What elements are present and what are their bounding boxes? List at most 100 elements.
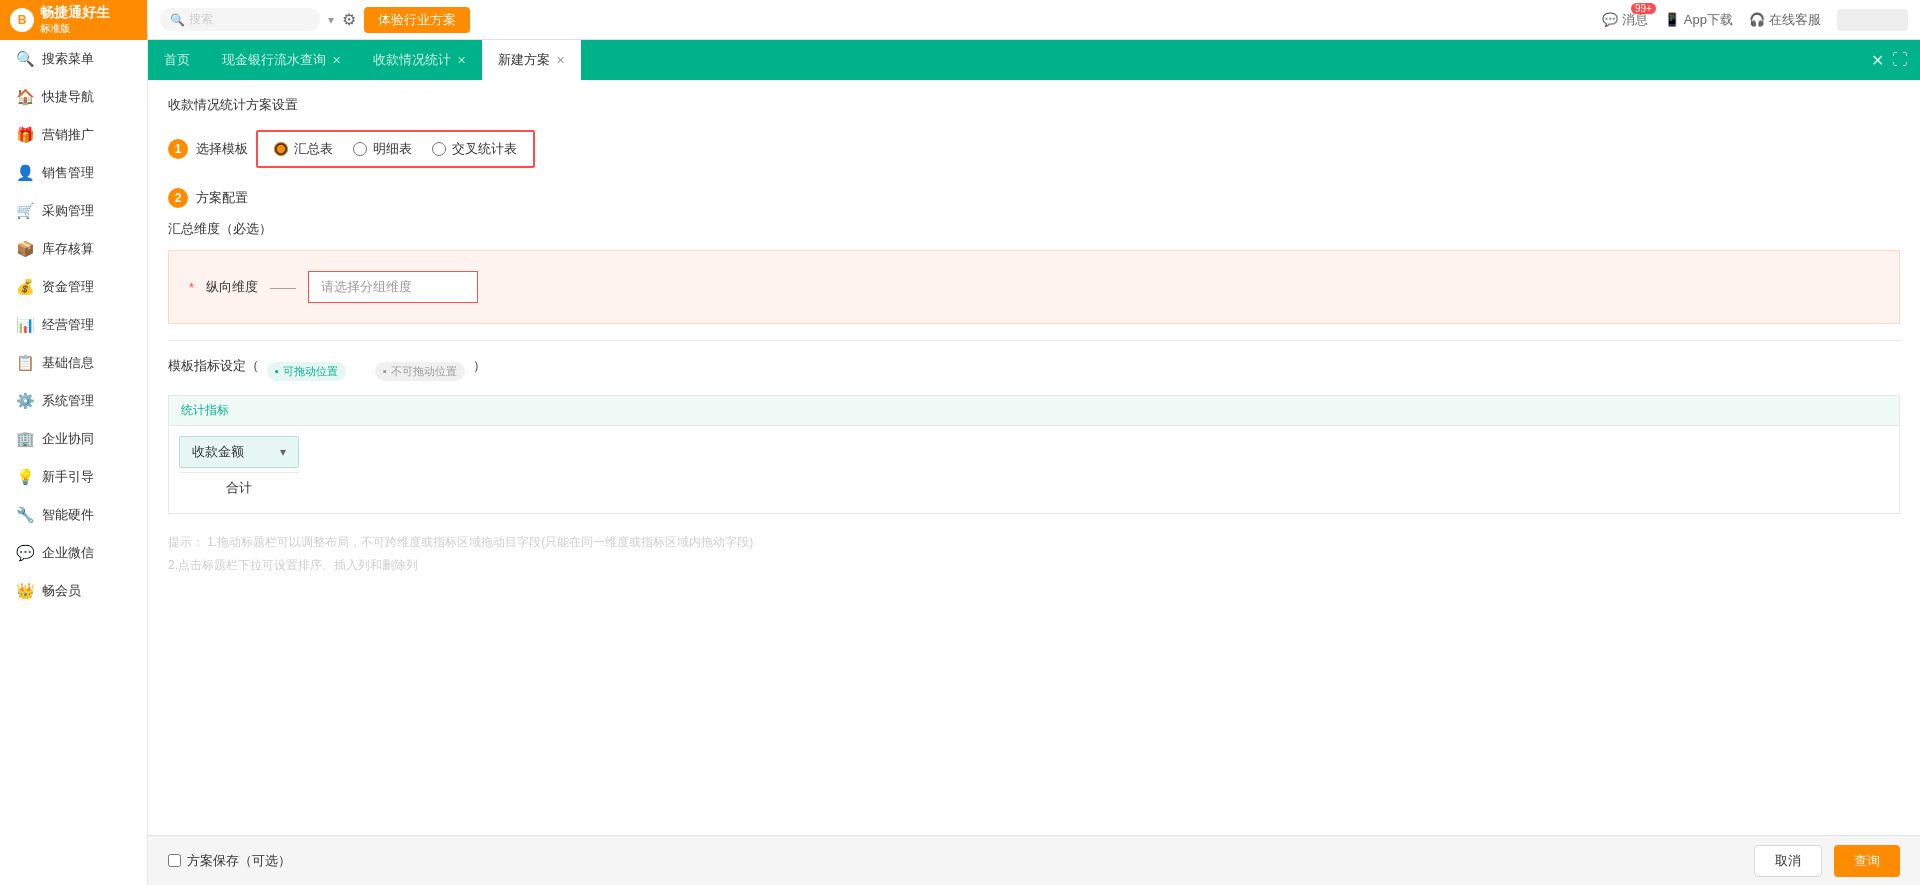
sidebar-item-label: 智能硬件 [42, 506, 94, 524]
sidebar-item-sales[interactable]: 👤 销售管理 [0, 154, 147, 192]
dropdown-arrow-icon[interactable]: ▾ [328, 13, 334, 27]
save-checkbox[interactable] [168, 854, 181, 867]
crown-icon: 👑 [16, 582, 34, 600]
non-draggable-icon: ▪ [383, 365, 387, 377]
logo-icon: B [10, 8, 34, 32]
radio-detail-label: 明细表 [373, 140, 412, 158]
sidebar-item-inventory[interactable]: 📦 库存核算 [0, 230, 147, 268]
sidebar-item-label: 采购管理 [42, 202, 94, 220]
notification-area[interactable]: 💬 消息 99+ [1602, 11, 1648, 29]
maximize-icon[interactable]: ⛶ [1892, 51, 1908, 69]
step2-section: 2 方案配置 汇总维度（必选） * 纵向维度 —— 请选择分组维度 [168, 188, 1900, 574]
radio-summary-input[interactable] [274, 142, 288, 156]
chat-icon: 💬 [16, 544, 34, 562]
app-name: 畅捷通好生 [40, 4, 110, 22]
sidebar-item-label: 营销推广 [42, 126, 94, 144]
dimension-row: * 纵向维度 —— 请选择分组维度 [189, 271, 1879, 303]
download-label: App下载 [1684, 11, 1733, 29]
sidebar-item-purchase[interactable]: 🛒 采购管理 [0, 192, 147, 230]
sidebar-item-basic-info[interactable]: 📋 基础信息 [0, 344, 147, 382]
metrics-total-row: 合计 [179, 472, 299, 503]
sidebar-item-search[interactable]: 🔍 搜索菜单 [0, 40, 147, 78]
gear-icon: ⚙️ [16, 392, 34, 410]
cart-icon: 🛒 [16, 202, 34, 220]
tab-payment-stats-close[interactable]: ✕ [457, 54, 466, 67]
non-draggable-badge: ▪ 不可拖动位置 [375, 362, 465, 381]
sidebar-item-member[interactable]: 👑 畅会员 [0, 572, 147, 610]
settings-icon[interactable]: ⚙ [342, 10, 356, 29]
cancel-button[interactable]: 取消 [1754, 845, 1822, 877]
step1-number: 1 [168, 139, 188, 159]
building-icon: 🏢 [16, 430, 34, 448]
query-button[interactable]: 查询 [1834, 845, 1900, 877]
radio-cross-input[interactable] [432, 142, 446, 156]
tip-line-1: 提示： 1.拖动标题栏可以调整布局，不可跨维度或指标区域拖动目字段(只能在同一维… [168, 534, 1900, 551]
download-area[interactable]: 📱 App下载 [1664, 11, 1733, 29]
sidebar-item-operation[interactable]: 📊 经营管理 [0, 306, 147, 344]
user-area[interactable] [1837, 9, 1908, 31]
header-right: 💬 消息 99+ 📱 App下载 🎧 在线客服 [1602, 9, 1908, 31]
header-search[interactable]: 🔍 搜索 [160, 8, 320, 31]
tab-bank-flow[interactable]: 现金银行流水查询 ✕ [206, 40, 357, 80]
sidebar-item-label: 新手引导 [42, 468, 94, 486]
page-title: 收款情况统计方案设置 [168, 96, 1900, 114]
radio-summary[interactable]: 汇总表 [274, 140, 333, 158]
sidebar-item-quick-nav[interactable]: 🏠 快捷导航 [0, 78, 147, 116]
step1-section: 1 选择模板 汇总表 明细表 交叉统计表 [168, 130, 1900, 168]
tab-bar: 首页 现金银行流水查询 ✕ 收款情况统计 ✕ 新建方案 ✕ ✕ ⛶ [148, 40, 1920, 80]
sidebar-item-finance[interactable]: 💰 资金管理 [0, 268, 147, 306]
metrics-end-paren: ） [473, 357, 486, 375]
sidebar-item-label: 企业协同 [42, 430, 94, 448]
tab-new-plan-close[interactable]: ✕ [556, 54, 565, 67]
sidebar-item-label: 经营管理 [42, 316, 94, 334]
list-icon: 📋 [16, 354, 34, 372]
sidebar-item-hardware[interactable]: 🔧 智能硬件 [0, 496, 147, 534]
service-area[interactable]: 🎧 在线客服 [1749, 11, 1821, 29]
money-icon: 💰 [16, 278, 34, 296]
sidebar-item-label: 库存核算 [42, 240, 94, 258]
step1-label: 选择模板 [196, 140, 248, 158]
sidebar-item-system[interactable]: ⚙️ 系统管理 [0, 382, 147, 420]
metrics-title: 模板指标设定（ [168, 357, 259, 375]
tab-home[interactable]: 首页 [148, 40, 206, 80]
close-window-icon[interactable]: ✕ [1871, 51, 1884, 70]
tab-actions: ✕ ⛶ [1859, 51, 1920, 70]
tip-line-2: 2.点击标题栏下拉可设置排序、插入列和删除列 [168, 557, 1900, 574]
header-left: 🔍 搜索 ▾ ⚙ 体验行业方案 [160, 7, 470, 33]
search-icon: 🔍 [170, 13, 185, 27]
tab-bank-flow-label: 现金银行流水查询 [222, 51, 326, 69]
sidebar-item-enterprise[interactable]: 🏢 企业协同 [0, 420, 147, 458]
service-label: 在线客服 [1769, 11, 1821, 29]
content-inner: 收款情况统计方案设置 1 选择模板 汇总表 明细表 [148, 80, 1920, 835]
footer-buttons: 取消 查询 [1754, 845, 1900, 877]
sidebar-item-label: 资金管理 [42, 278, 94, 296]
tab-bank-flow-close[interactable]: ✕ [332, 54, 341, 67]
sidebar-item-label: 搜索菜单 [42, 50, 94, 68]
main-area: 🔍 搜索 ▾ ⚙ 体验行业方案 💬 消息 99+ 📱 App下载 🎧 在线客服 [148, 0, 1920, 885]
sidebar-item-label: 畅会员 [42, 582, 81, 600]
metrics-item-dropdown-icon[interactable]: ▾ [280, 445, 286, 459]
sidebar-item-marketing[interactable]: 🎁 营销推广 [0, 116, 147, 154]
chart-icon: 📊 [16, 316, 34, 334]
radio-detail[interactable]: 明细表 [353, 140, 412, 158]
tab-payment-stats-label: 收款情况统计 [373, 51, 451, 69]
radio-cross-label: 交叉统计表 [452, 140, 517, 158]
sidebar-item-wechat[interactable]: 💬 企业微信 [0, 534, 147, 572]
metrics-item-payment[interactable]: 收款金额 ▾ [179, 436, 299, 468]
dimension-selector[interactable]: 请选择分组维度 [308, 271, 478, 303]
sidebar-item-label: 销售管理 [42, 164, 94, 182]
metrics-item-label: 收款金额 [192, 443, 272, 461]
tab-home-label: 首页 [164, 51, 190, 69]
app-edition: 标准版 [40, 22, 110, 36]
hardware-icon: 🔧 [16, 506, 34, 524]
save-label: 方案保存（可选） [187, 852, 291, 870]
non-draggable-label: 不可拖动位置 [391, 364, 457, 379]
sidebar-item-guide[interactable]: 💡 新手引导 [0, 458, 147, 496]
required-mark: * [189, 280, 194, 295]
radio-cross[interactable]: 交叉统计表 [432, 140, 517, 158]
trial-button[interactable]: 体验行业方案 [364, 7, 470, 33]
tab-new-plan[interactable]: 新建方案 ✕ [482, 40, 581, 80]
user-name [1837, 9, 1908, 31]
radio-detail-input[interactable] [353, 142, 367, 156]
tab-payment-stats[interactable]: 收款情况统计 ✕ [357, 40, 482, 80]
